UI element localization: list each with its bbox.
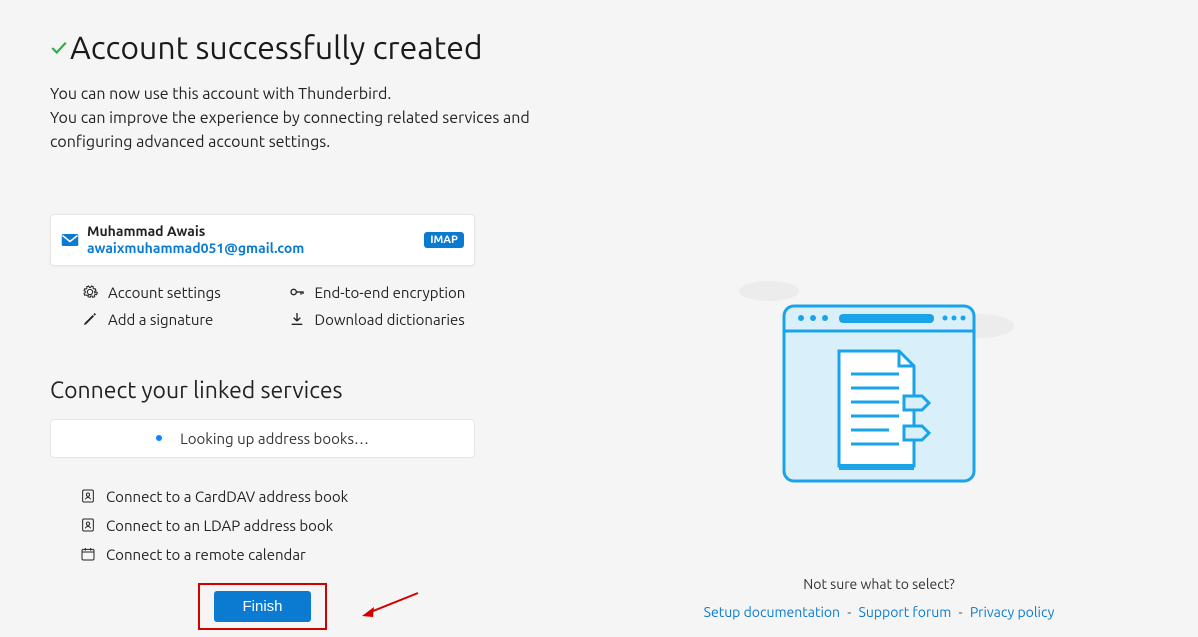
annotation-arrow-icon	[360, 591, 420, 621]
spinner-icon	[156, 435, 162, 441]
separator: -	[847, 604, 851, 620]
intro-text: You can now use this account with Thunde…	[50, 82, 610, 154]
lookup-status-text: Looking up address books…	[180, 430, 369, 447]
key-icon	[289, 284, 305, 300]
download-dicts-label: Download dictionaries	[315, 311, 465, 328]
connect-carddav-link[interactable]: Connect to a CardDAV address book	[80, 488, 610, 505]
download-icon	[289, 311, 305, 327]
connect-calendar-label: Connect to a remote calendar	[106, 546, 306, 563]
linked-services-heading: Connect your linked services	[50, 378, 610, 403]
e2e-encryption-label: End-to-end encryption	[315, 284, 466, 301]
account-card: Muhammad Awais awaixmuhammad051@gmail.co…	[50, 214, 475, 266]
lookup-status-card: Looking up address books…	[50, 419, 475, 458]
illustration	[729, 276, 1029, 486]
setup-doc-link[interactable]: Setup documentation	[704, 604, 840, 620]
annotation-highlight-box: Finish	[198, 583, 326, 630]
connect-ldap-link[interactable]: Connect to an LDAP address book	[80, 517, 610, 534]
pencil-icon	[82, 311, 98, 327]
connect-carddav-label: Connect to a CardDAV address book	[106, 488, 348, 505]
e2e-encryption-link[interactable]: End-to-end encryption	[289, 284, 476, 301]
download-dicts-link[interactable]: Download dictionaries	[289, 311, 476, 328]
add-signature-link[interactable]: Add a signature	[82, 311, 269, 328]
intro-line-2: You can improve the experience by connec…	[50, 106, 610, 154]
mail-icon	[61, 233, 79, 247]
connect-calendar-link[interactable]: Connect to a remote calendar	[80, 546, 610, 563]
page-title: Account successfully created	[70, 30, 483, 66]
addressbook-icon	[80, 488, 96, 504]
privacy-policy-link[interactable]: Privacy policy	[970, 604, 1055, 620]
connect-ldap-label: Connect to an LDAP address book	[106, 517, 333, 534]
finish-button[interactable]: Finish	[214, 591, 310, 622]
help-prompt: Not sure what to select?	[803, 576, 954, 592]
account-settings-link[interactable]: Account settings	[82, 284, 269, 301]
gear-icon	[82, 284, 98, 300]
support-forum-link[interactable]: Support forum	[859, 604, 952, 620]
check-icon	[50, 39, 68, 57]
separator: -	[959, 604, 963, 620]
account-settings-label: Account settings	[108, 284, 221, 301]
help-links: Setup documentation - Support forum - Pr…	[704, 604, 1055, 620]
intro-line-1: You can now use this account with Thunde…	[50, 82, 610, 106]
protocol-badge: IMAP	[424, 232, 464, 248]
addressbook-icon	[80, 517, 96, 533]
calendar-icon	[80, 546, 96, 562]
account-email: awaixmuhammad051@gmail.com	[87, 240, 424, 257]
title-row: Account successfully created	[50, 30, 610, 66]
add-signature-label: Add a signature	[108, 311, 213, 328]
account-name: Muhammad Awais	[87, 223, 424, 240]
